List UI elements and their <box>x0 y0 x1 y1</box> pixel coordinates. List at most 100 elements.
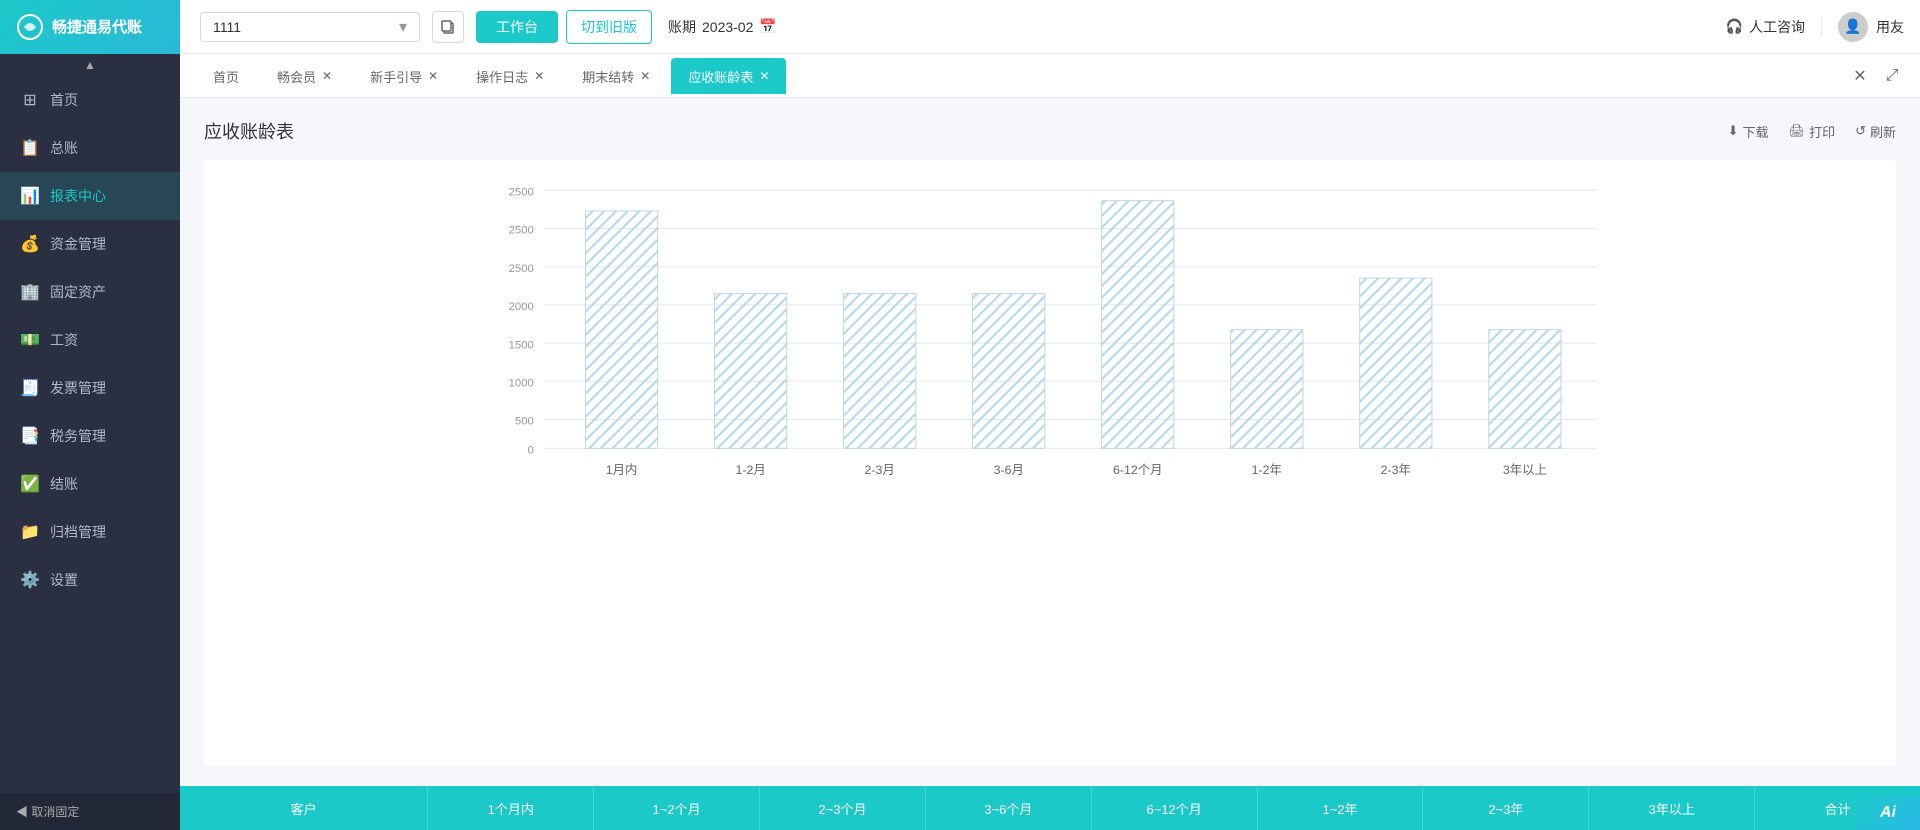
chevron-down-icon: ▾ <box>399 17 407 37</box>
tab-actions: ✕ ⤢ <box>1848 64 1904 88</box>
page-title-bar: 应收账龄表 ⬇ 下载 🖨 打印 ↺ 刷新 <box>204 118 1896 144</box>
tab-guide[interactable]: 新手引导✕ <box>353 58 455 94</box>
sidebar-item-tax[interactable]: 📑税务管理 <box>0 412 180 460</box>
sidebar-item-label: 设置 <box>50 570 78 590</box>
funds-icon: 💰 <box>20 234 40 254</box>
tab-close-guide[interactable]: ✕ <box>428 70 438 82</box>
table-header-cell: 1~2个月 <box>594 786 760 830</box>
page-title: 应收账龄表 <box>204 118 294 144</box>
tab-label: 畅会员 <box>277 67 316 86</box>
svg-text:2-3年: 2-3年 <box>1381 463 1411 477</box>
svg-text:2000: 2000 <box>509 301 534 313</box>
table-header-cell: 3~6个月 <box>926 786 1092 830</box>
download-button[interactable]: ⬇ 下载 <box>1728 122 1769 141</box>
tab-close-oplog[interactable]: ✕ <box>534 70 544 82</box>
sidebar-item-checkout[interactable]: ✅ 结账 <box>0 460 180 508</box>
print-label: 打印 <box>1809 122 1835 141</box>
tab-label: 期末结转 <box>582 67 634 86</box>
svg-text:1-2年: 1-2年 <box>1252 463 1282 477</box>
period-label: 账期 <box>668 17 696 37</box>
tabs-bar: 首页畅会员✕新手引导✕操作日志✕期末结转✕应收账龄表✕ ✕ ⤢ <box>180 54 1920 98</box>
sidebar-item-ledger[interactable]: 📋总账 <box>0 124 180 172</box>
tab-close-member[interactable]: ✕ <box>322 70 332 82</box>
table-header-cell: 1~2年 <box>1258 786 1424 830</box>
content-area: 首页畅会员✕新手引导✕操作日志✕期末结转✕应收账龄表✕ ✕ ⤢ 应收账龄表 ⬇ … <box>180 54 1920 830</box>
tab-aging[interactable]: 应收账龄表 ✕ <box>671 58 786 94</box>
chart-container: 2500 2500 2500 2000 1500 1000 500 0 <box>204 160 1896 766</box>
refresh-button[interactable]: ↺ 刷新 <box>1855 122 1896 141</box>
sidebar-nav: ⊞ 首页 📋总账📊报表中心💰资金管理🏢固定资产💵工资 🧾 发票管理 📑税务管理 ✅ 结账 📁归档… <box>0 76 180 604</box>
copy-icon <box>440 19 456 35</box>
expand-tab-button[interactable]: ⤢ <box>1880 64 1904 88</box>
print-button[interactable]: 🖨 打印 <box>1789 122 1836 141</box>
svg-text:1月内: 1月内 <box>606 463 638 477</box>
svg-text:3-6月: 3-6月 <box>994 463 1024 477</box>
tab-member[interactable]: 畅会员 ✕ <box>260 58 349 94</box>
checkout-icon: ✅ <box>20 474 40 494</box>
workbench-button[interactable]: 工作台 <box>476 11 558 43</box>
close-tab-button[interactable]: ✕ <box>1848 64 1872 88</box>
page-content: 应收账龄表 ⬇ 下载 🖨 打印 ↺ 刷新 <box>180 98 1920 786</box>
sidebar-item-invoice[interactable]: 🧾 发票管理 <box>0 364 180 412</box>
sidebar-item-label: 首页 <box>50 90 78 110</box>
tab-oplog[interactable]: 操作日志 ✕ <box>459 58 561 94</box>
consult-button[interactable]: 🎧 人工咨询 <box>1726 17 1805 37</box>
svg-text:1000: 1000 <box>509 377 534 389</box>
table-header-cell: 1个月内 <box>428 786 594 830</box>
logo-area: 畅捷通易代账 <box>0 0 180 54</box>
svg-text:6-12个月: 6-12个月 <box>1113 463 1163 477</box>
sidebar-item-funds[interactable]: 💰资金管理 <box>0 220 180 268</box>
sidebar-item-label: 结账 <box>50 474 78 494</box>
tax-icon: 📑 <box>20 426 40 446</box>
download-icon: ⬇ <box>1728 123 1739 139</box>
svg-text:500: 500 <box>515 416 534 428</box>
tab-period_end[interactable]: 期末结转 ✕ <box>565 58 667 94</box>
sidebar-item-label: 归档管理 <box>50 522 106 542</box>
bar-chart: 2500 2500 2500 2000 1500 1000 500 0 <box>224 180 1876 500</box>
ai-badge[interactable]: Ai <box>1856 796 1920 830</box>
sidebar-item-salary[interactable]: 💵工资 <box>0 316 180 364</box>
sidebar-item-label: 固定资产 <box>50 282 106 302</box>
tab-label: 应收账龄表 <box>688 67 753 86</box>
invoice-icon: 🧾 <box>20 378 40 398</box>
print-icon: 🖨 <box>1789 123 1806 139</box>
svg-text:2-3月: 2-3月 <box>865 463 895 477</box>
tab-close-period_end[interactable]: ✕ <box>640 70 650 82</box>
tab-home[interactable]: 首页 <box>196 58 256 94</box>
copy-button[interactable] <box>432 11 464 43</box>
chart-wrapper: 2500 2500 2500 2000 1500 1000 500 0 <box>224 180 1876 500</box>
headset-icon: 🎧 <box>1726 18 1743 35</box>
download-label: 下载 <box>1743 122 1769 141</box>
table-header-cell: 3年以上 <box>1589 786 1755 830</box>
svg-text:1-2月: 1-2月 <box>736 463 766 477</box>
sidebar-item-label: 发票管理 <box>50 378 106 398</box>
tab-close-aging[interactable]: ✕ <box>759 70 769 82</box>
sidebar-item-archive[interactable]: 📁归档管理 <box>0 508 180 556</box>
home-icon: ⊞ <box>20 90 40 110</box>
tab-label: 操作日志 <box>476 67 528 86</box>
sidebar-collapse-button[interactable]: ◀ 取消固定 <box>0 793 180 830</box>
refresh-label: 刷新 <box>1870 122 1896 141</box>
svg-text:0: 0 <box>528 445 534 457</box>
consult-label: 人工咨询 <box>1749 17 1805 37</box>
user-area[interactable]: 👤 用友 <box>1838 12 1904 42</box>
period-area: 账期 2023-02 📅 <box>668 17 777 37</box>
calendar-icon[interactable]: 📅 <box>759 18 776 35</box>
sidebar-item-home[interactable]: ⊞ 首页 <box>0 76 180 124</box>
sidebar-scroll-up[interactable]: ▲ <box>0 54 180 76</box>
tabs-container: 首页畅会员✕新手引导✕操作日志✕期末结转✕应收账龄表✕ <box>196 58 1844 94</box>
svg-text:2500: 2500 <box>509 225 534 237</box>
table-header: 客户1个月内1~2个月2~3个月3~6个月6~12个月1~2年2~3年3年以上合… <box>180 786 1920 830</box>
logo-icon <box>16 13 44 41</box>
header-right: 🎧 人工咨询 👤 用友 <box>1726 12 1904 42</box>
switch-version-button[interactable]: 切到旧版 <box>566 10 652 44</box>
sidebar-item-label: 工资 <box>50 330 78 350</box>
sidebar-item-label: 总账 <box>50 138 78 158</box>
company-name: 1111 <box>213 19 391 35</box>
sidebar-item-settings[interactable]: ⚙️设置 <box>0 556 180 604</box>
table-header-cell: 2~3年 <box>1423 786 1589 830</box>
sidebar-item-reports[interactable]: 📊报表中心 <box>0 172 180 220</box>
company-selector[interactable]: 1111 ▾ <box>200 12 420 42</box>
sidebar-item-assets[interactable]: 🏢固定资产 <box>0 268 180 316</box>
avatar: 👤 <box>1838 12 1868 42</box>
